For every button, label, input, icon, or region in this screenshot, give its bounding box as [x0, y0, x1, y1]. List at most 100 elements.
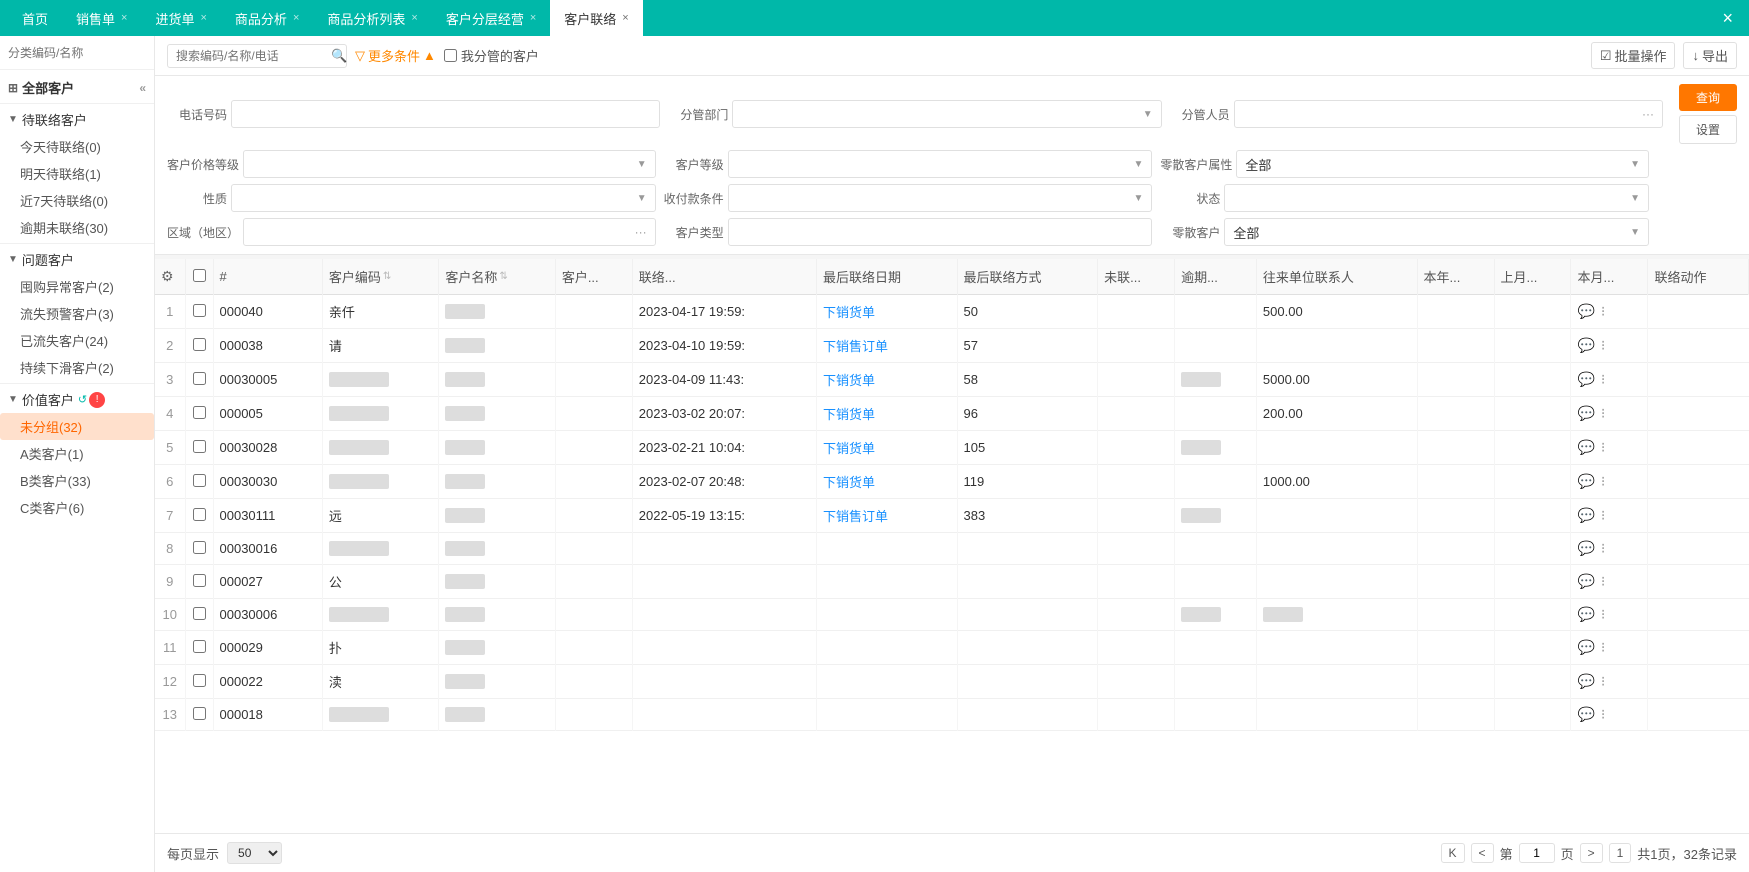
- th-overdue[interactable]: 逾期...: [1175, 259, 1257, 295]
- cell-checkbox[interactable]: [185, 665, 213, 699]
- cell-checkbox[interactable]: [185, 565, 213, 599]
- sidebar-item-7days-pending[interactable]: 近7天待联络(0): [0, 187, 154, 214]
- sidebar-item-class-c[interactable]: C类客户(6): [0, 494, 154, 521]
- grid-action-icon[interactable]: ⁝: [1601, 606, 1605, 623]
- row-checkbox[interactable]: [193, 674, 206, 687]
- sidebar-group-problem-customer[interactable]: ▼ 问题客户: [0, 246, 154, 273]
- th-unit-contact[interactable]: 往来单位联系人: [1256, 259, 1417, 295]
- message-icon[interactable]: 💬: [1577, 303, 1594, 320]
- close-customer-tier[interactable]: ×: [530, 12, 536, 24]
- message-icon[interactable]: 💬: [1577, 371, 1594, 388]
- contact-method-link[interactable]: 下销货单: [823, 475, 875, 490]
- reset-button[interactable]: 设置: [1679, 115, 1737, 144]
- th-current-year[interactable]: 本年...: [1417, 259, 1494, 295]
- sidebar-item-overdue-pending[interactable]: 逾期未联络(30): [0, 214, 154, 241]
- cell-checkbox[interactable]: [185, 295, 213, 329]
- collapse-icon[interactable]: «: [139, 81, 146, 95]
- last-page-btn[interactable]: 1: [1609, 843, 1632, 863]
- main-search-input[interactable]: [176, 49, 331, 63]
- grid-action-icon[interactable]: ⁝: [1601, 337, 1605, 354]
- nature-select[interactable]: ▼: [231, 184, 656, 212]
- nav-product-analysis-list[interactable]: 商品分析列表 ×: [313, 0, 431, 36]
- th-last-contact-date[interactable]: 最后联络日期: [816, 259, 957, 295]
- grid-action-icon[interactable]: ⁝: [1601, 473, 1605, 490]
- contact-method-link[interactable]: 下销货单: [823, 373, 875, 388]
- sidebar-item-ungrouped[interactable]: 未分组(32): [0, 413, 154, 440]
- cell-checkbox[interactable]: [185, 699, 213, 731]
- sidebar-search-input[interactable]: [8, 46, 155, 60]
- nav-customer-contact[interactable]: 客户联络 ×: [550, 0, 642, 36]
- refresh-icon[interactable]: ↺: [78, 393, 87, 406]
- main-search-icon[interactable]: 🔍: [331, 48, 347, 64]
- row-checkbox[interactable]: [193, 338, 206, 351]
- person-select[interactable]: ···: [1234, 100, 1663, 128]
- th-checkbox[interactable]: [185, 259, 213, 295]
- grid-action-icon[interactable]: ⁝: [1601, 405, 1605, 422]
- sidebar-item-class-b[interactable]: B类客户(33): [0, 467, 154, 494]
- current-page-input[interactable]: [1519, 843, 1555, 863]
- message-icon[interactable]: 💬: [1577, 473, 1594, 490]
- retail-attr-select[interactable]: 全部 ▼: [1236, 150, 1649, 178]
- contact-method-link[interactable]: 下销售订单: [823, 509, 888, 524]
- grid-action-icon[interactable]: ⁝: [1601, 706, 1605, 723]
- th-days-uncontacted[interactable]: 未联...: [1098, 259, 1175, 295]
- nav-sales[interactable]: 销售单 ×: [62, 0, 141, 36]
- close-sales[interactable]: ×: [121, 12, 127, 24]
- cell-checkbox[interactable]: [185, 599, 213, 631]
- close-customer-contact[interactable]: ×: [622, 12, 628, 24]
- prev-page-btn[interactable]: <: [1471, 843, 1494, 863]
- th-contact[interactable]: 联络...: [632, 259, 816, 295]
- row-checkbox[interactable]: [193, 474, 206, 487]
- cell-checkbox[interactable]: [185, 533, 213, 565]
- close-product-analysis-list[interactable]: ×: [411, 12, 417, 24]
- sidebar-item-tomorrow-pending[interactable]: 明天待联络(1): [0, 160, 154, 187]
- sidebar-item-declining[interactable]: 持续下滑客户(2): [0, 354, 154, 381]
- row-checkbox[interactable]: [193, 574, 206, 587]
- cell-checkbox[interactable]: [185, 397, 213, 431]
- contact-method-link[interactable]: 下销货单: [823, 407, 875, 422]
- sidebar-item-hoarding-abnormal[interactable]: 囤购异常客户(2): [0, 273, 154, 300]
- export-btn[interactable]: ↓ 导出: [1683, 42, 1737, 69]
- th-code[interactable]: 客户编码⇅: [322, 259, 438, 295]
- more-conditions-btn[interactable]: ▽ 更多条件 ▲: [355, 46, 436, 65]
- cell-checkbox[interactable]: [185, 499, 213, 533]
- dept-select[interactable]: ▼: [732, 100, 1161, 128]
- retail-customer-select[interactable]: 全部 ▼: [1224, 218, 1649, 246]
- th-current-month[interactable]: 本月...: [1571, 259, 1648, 295]
- cell-checkbox[interactable]: [185, 431, 213, 465]
- message-icon[interactable]: 💬: [1577, 507, 1594, 524]
- query-button[interactable]: 查询: [1679, 84, 1737, 111]
- grid-action-icon[interactable]: ⁝: [1601, 439, 1605, 456]
- my-customers-checkbox[interactable]: [444, 49, 457, 62]
- first-page-btn[interactable]: K: [1441, 843, 1465, 863]
- row-checkbox[interactable]: [193, 406, 206, 419]
- sidebar-item-class-a[interactable]: A类客户(1): [0, 440, 154, 467]
- th-type[interactable]: 客户...: [555, 259, 632, 295]
- message-icon[interactable]: 💬: [1577, 706, 1594, 723]
- row-checkbox[interactable]: [193, 640, 206, 653]
- sidebar-item-churn-warning[interactable]: 流失预警客户(3): [0, 300, 154, 327]
- payment-select[interactable]: ▼: [728, 184, 1153, 212]
- close-purchase[interactable]: ×: [200, 12, 206, 24]
- grid-action-icon[interactable]: ⁝: [1601, 371, 1605, 388]
- cell-checkbox[interactable]: [185, 363, 213, 397]
- grid-action-icon[interactable]: ⁝: [1601, 507, 1605, 524]
- row-checkbox[interactable]: [193, 372, 206, 385]
- status-select[interactable]: ▼: [1224, 184, 1649, 212]
- nav-purchase[interactable]: 进货单 ×: [141, 0, 220, 36]
- grid-action-icon[interactable]: ⁝: [1601, 573, 1605, 590]
- row-checkbox[interactable]: [193, 707, 206, 720]
- th-name[interactable]: 客户名称⇅: [439, 259, 555, 295]
- sidebar-item-already-churned[interactable]: 已流失客户(24): [0, 327, 154, 354]
- phone-input[interactable]: [231, 100, 660, 128]
- grid-action-icon[interactable]: ⁝: [1601, 540, 1605, 557]
- cell-checkbox[interactable]: [185, 465, 213, 499]
- grid-action-icon[interactable]: ⁝: [1601, 303, 1605, 320]
- row-checkbox[interactable]: [193, 440, 206, 453]
- message-icon[interactable]: 💬: [1577, 573, 1594, 590]
- th-last-month[interactable]: 上月...: [1494, 259, 1571, 295]
- next-page-btn[interactable]: >: [1580, 843, 1603, 863]
- batch-operation-btn[interactable]: ☑ 批量操作: [1591, 42, 1676, 69]
- row-checkbox[interactable]: [193, 508, 206, 521]
- grid-action-icon[interactable]: ⁝: [1601, 673, 1605, 690]
